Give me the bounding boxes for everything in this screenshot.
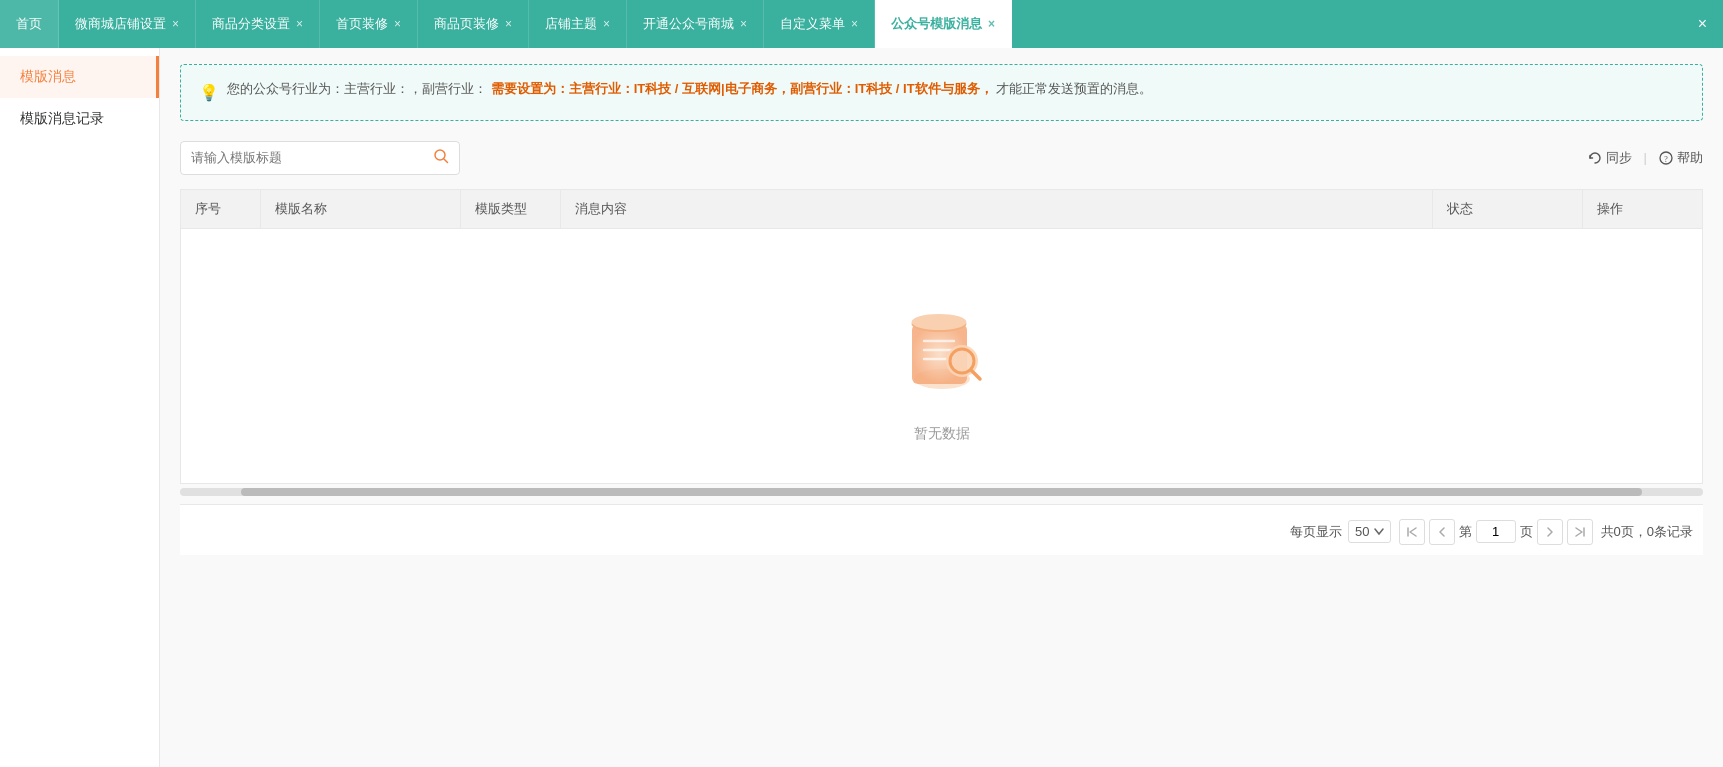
next-page-icon bbox=[1545, 527, 1555, 537]
close-tab-product-decor[interactable]: × bbox=[505, 17, 512, 31]
help-label: 帮助 bbox=[1677, 149, 1703, 167]
notice-box: 💡 您的公众号行业为：主营行业：，副营行业： 需要设置为：主营行业：IT科技 /… bbox=[180, 64, 1703, 121]
first-page-button[interactable] bbox=[1399, 519, 1425, 545]
chevron-down-icon bbox=[1374, 528, 1384, 536]
help-button[interactable]: ? 帮助 bbox=[1659, 149, 1703, 167]
tab-shop-theme[interactable]: 店铺主题 × bbox=[529, 0, 627, 48]
tab-home-label: 首页 bbox=[16, 15, 42, 33]
empty-text: 暂无数据 bbox=[914, 425, 970, 443]
close-tab-template-msg[interactable]: × bbox=[988, 17, 995, 31]
search-input-wrap[interactable] bbox=[180, 141, 460, 175]
tab-template-msg-label: 公众号模版消息 bbox=[891, 15, 982, 33]
col-header-action: 操作 bbox=[1583, 189, 1703, 228]
col-header-type: 模版类型 bbox=[461, 189, 561, 228]
sidebar-item-template-msg[interactable]: 模版消息 bbox=[0, 56, 159, 98]
current-page-prefix: 第 bbox=[1459, 523, 1472, 541]
sync-icon bbox=[1588, 151, 1602, 165]
data-table: 序号 模版名称 模版类型 消息内容 状态 操作 bbox=[180, 189, 1703, 484]
top-navigation: 首页 微商城店铺设置 × 商品分类设置 × 首页装修 × 商品页装修 × 店铺主… bbox=[0, 0, 1723, 48]
tab-custom-menu[interactable]: 自定义菜单 × bbox=[764, 0, 875, 48]
tab-open-mall-label: 开通公众号商城 bbox=[643, 15, 734, 33]
help-icon: ? bbox=[1659, 151, 1673, 165]
tab-product-decor-label: 商品页装修 bbox=[434, 15, 499, 33]
col-header-content: 消息内容 bbox=[561, 189, 1433, 228]
col-header-index: 序号 bbox=[181, 189, 261, 228]
page-size-select: 每页显示 50 bbox=[1290, 520, 1390, 543]
notice-suffix: 才能正常发送预置的消息。 bbox=[996, 81, 1152, 96]
page-size-dropdown[interactable]: 50 bbox=[1348, 520, 1390, 543]
main-layout: 模版消息 模版消息记录 💡 您的公众号行业为：主营行业：，副营行业： 需要设置为… bbox=[0, 48, 1723, 767]
tab-open-mall[interactable]: 开通公众号商城 × bbox=[627, 0, 764, 48]
close-tab-open-mall[interactable]: × bbox=[740, 17, 747, 31]
horizontal-scrollbar[interactable] bbox=[180, 488, 1703, 496]
search-input[interactable] bbox=[191, 150, 433, 165]
page-size-prefix-label: 每页显示 bbox=[1290, 523, 1342, 541]
last-page-icon bbox=[1574, 526, 1586, 538]
toolbar-right: 同步 | ? 帮助 bbox=[1588, 149, 1703, 167]
sidebar-item-template-msg-log[interactable]: 模版消息记录 bbox=[0, 98, 159, 140]
prev-page-button[interactable] bbox=[1429, 519, 1455, 545]
sidebar-item-template-msg-log-label: 模版消息记录 bbox=[20, 110, 104, 126]
col-header-name: 模版名称 bbox=[261, 189, 461, 228]
sidebar: 模版消息 模版消息记录 bbox=[0, 48, 160, 767]
tab-shop-settings[interactable]: 微商城店铺设置 × bbox=[59, 0, 196, 48]
notice-text: 您的公众号行业为：主营行业：，副营行业： 需要设置为：主营行业：IT科技 / 互… bbox=[227, 79, 1152, 100]
next-page-button[interactable] bbox=[1537, 519, 1563, 545]
tab-shop-theme-label: 店铺主题 bbox=[545, 15, 597, 33]
page-size-value: 50 bbox=[1355, 524, 1369, 539]
tab-home-decor-label: 首页装修 bbox=[336, 15, 388, 33]
close-tab-home-decor[interactable]: × bbox=[394, 17, 401, 31]
page-navigation: 第 页 bbox=[1399, 519, 1593, 545]
close-all-tabs-button[interactable]: × bbox=[1682, 15, 1723, 33]
search-button[interactable] bbox=[433, 148, 449, 167]
close-tab-shop-theme[interactable]: × bbox=[603, 17, 610, 31]
content-area: 💡 您的公众号行业为：主营行业：，副营行业： 需要设置为：主营行业：IT科技 /… bbox=[160, 48, 1723, 767]
tab-template-msg[interactable]: 公众号模版消息 × bbox=[875, 0, 1012, 48]
search-bar: 同步 | ? 帮助 bbox=[180, 141, 1703, 175]
last-page-button[interactable] bbox=[1567, 519, 1593, 545]
search-icon bbox=[433, 148, 449, 164]
sidebar-item-template-msg-label: 模版消息 bbox=[20, 68, 76, 84]
tab-product-decor[interactable]: 商品页装修 × bbox=[418, 0, 529, 48]
scrollbar-thumb[interactable] bbox=[241, 488, 1642, 496]
svg-line-13 bbox=[971, 370, 980, 379]
tab-custom-menu-label: 自定义菜单 bbox=[780, 15, 845, 33]
tab-category-settings-label: 商品分类设置 bbox=[212, 15, 290, 33]
toolbar-divider: | bbox=[1644, 150, 1647, 165]
notice-highlight: 需要设置为：主营行业：IT科技 / 互联网|电子商务，副营行业：IT科技 / I… bbox=[491, 81, 993, 96]
empty-state: 暂无数据 bbox=[181, 229, 1702, 483]
close-tab-shop-settings[interactable]: × bbox=[172, 17, 179, 31]
prev-page-icon bbox=[1437, 527, 1447, 537]
page-number-input[interactable] bbox=[1476, 520, 1516, 543]
notice-prefix: 您的公众号行业为：主营行业：，副营行业： bbox=[227, 81, 487, 96]
sync-label: 同步 bbox=[1606, 149, 1632, 167]
svg-text:?: ? bbox=[1664, 154, 1668, 163]
close-tab-custom-menu[interactable]: × bbox=[851, 17, 858, 31]
close-tab-category-settings[interactable]: × bbox=[296, 17, 303, 31]
svg-point-7 bbox=[911, 314, 966, 330]
tab-shop-settings-label: 微商城店铺设置 bbox=[75, 15, 166, 33]
notice-icon: 💡 bbox=[199, 80, 219, 106]
empty-illustration bbox=[882, 289, 1002, 409]
current-page-suffix: 页 bbox=[1520, 523, 1533, 541]
col-header-status: 状态 bbox=[1433, 189, 1583, 228]
sync-button[interactable]: 同步 bbox=[1588, 149, 1632, 167]
total-records-label: 共0页，0条记录 bbox=[1601, 523, 1693, 541]
svg-line-1 bbox=[444, 159, 448, 163]
tab-home-decor[interactable]: 首页装修 × bbox=[320, 0, 418, 48]
tab-category-settings[interactable]: 商品分类设置 × bbox=[196, 0, 320, 48]
pagination-bar: 每页显示 50 bbox=[180, 504, 1703, 555]
first-page-icon bbox=[1406, 526, 1418, 538]
tab-home[interactable]: 首页 bbox=[0, 0, 59, 48]
